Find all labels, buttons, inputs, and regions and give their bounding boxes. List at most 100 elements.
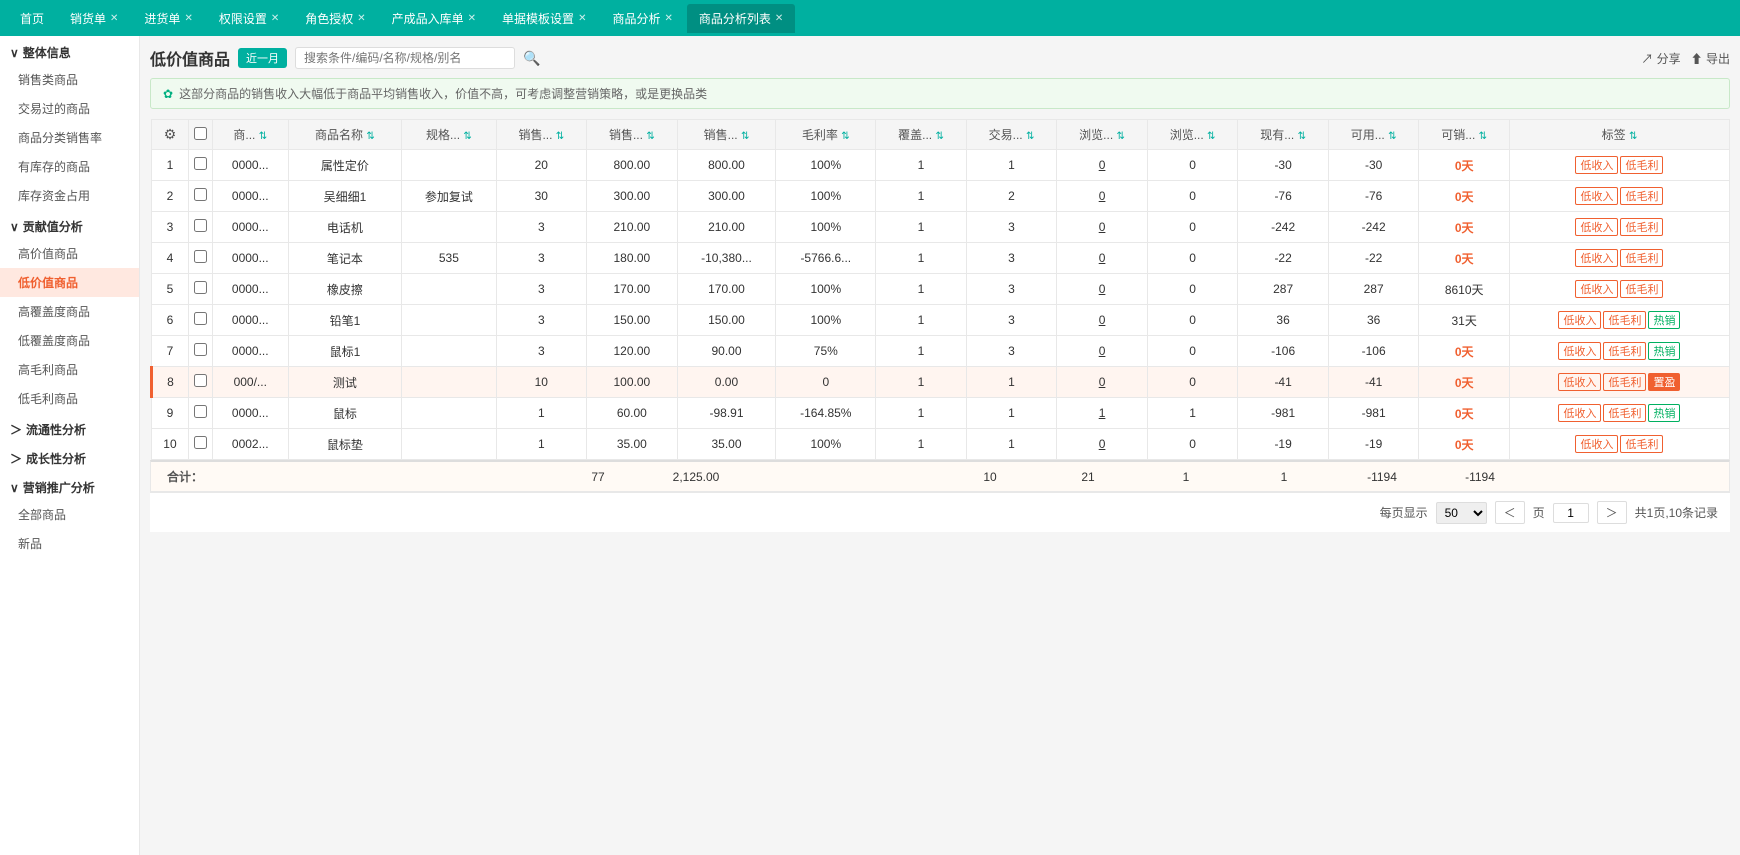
sort-icon-tags[interactable]: ⇅ bbox=[1629, 131, 1637, 142]
browse1-link[interactable]: 0 bbox=[1099, 375, 1106, 389]
sort-icon-coverage[interactable]: ⇅ bbox=[935, 131, 943, 142]
sort-icon-browse1[interactable]: ⇅ bbox=[1117, 131, 1125, 142]
cell-checkbox[interactable] bbox=[188, 429, 212, 460]
nav-permission[interactable]: 权限设置 ✕ bbox=[207, 4, 291, 33]
sidebar-section-contribution[interactable]: ∨ 贡献值分析 bbox=[0, 210, 139, 239]
row-checkbox-4[interactable] bbox=[194, 281, 207, 294]
cell-browse1[interactable]: 0 bbox=[1057, 429, 1148, 460]
col-trade[interactable]: 交易... ⇅ bbox=[966, 120, 1057, 150]
row-checkbox-5[interactable] bbox=[194, 312, 207, 325]
cell-browse1[interactable]: 0 bbox=[1057, 150, 1148, 181]
cell-browse1[interactable]: 0 bbox=[1057, 243, 1148, 274]
next-page-button[interactable]: ＞ bbox=[1597, 501, 1627, 524]
cell-checkbox[interactable] bbox=[188, 367, 212, 398]
cell-browse1[interactable]: 0 bbox=[1057, 305, 1148, 336]
cell-checkbox[interactable] bbox=[188, 305, 212, 336]
sidebar-item-high-coverage[interactable]: 高覆盖度商品 bbox=[0, 297, 139, 326]
sort-icon-stock3[interactable]: ⇅ bbox=[1479, 131, 1487, 142]
row-checkbox-6[interactable] bbox=[194, 343, 207, 356]
sidebar-item-low-coverage[interactable]: 低覆盖度商品 bbox=[0, 326, 139, 355]
table-row[interactable]: 7 0000... 鼠标1 3 120.00 90.00 75% 1 3 0 0… bbox=[152, 336, 1730, 367]
cell-checkbox[interactable] bbox=[188, 212, 212, 243]
sort-icon-code[interactable]: ⇅ bbox=[259, 131, 267, 142]
cell-checkbox[interactable] bbox=[188, 243, 212, 274]
table-row[interactable]: 3 0000... 电话机 3 210.00 210.00 100% 1 3 0… bbox=[152, 212, 1730, 243]
export-button[interactable]: ⬆ 导出 bbox=[1691, 50, 1730, 67]
col-settings[interactable]: ⚙ bbox=[152, 120, 189, 150]
col-stock1[interactable]: 现有... ⇅ bbox=[1238, 120, 1329, 150]
cell-checkbox[interactable] bbox=[188, 181, 212, 212]
col-gross[interactable]: 毛利率 ⇅ bbox=[776, 120, 876, 150]
nav-goods-analysis[interactable]: 商品分析 ✕ bbox=[600, 4, 684, 33]
col-checkbox[interactable] bbox=[188, 120, 212, 150]
col-code[interactable]: 商... ⇅ bbox=[212, 120, 288, 150]
col-sales2[interactable]: 销售... ⇅ bbox=[587, 120, 678, 150]
browse1-link[interactable]: 0 bbox=[1099, 220, 1106, 234]
row-checkbox-0[interactable] bbox=[194, 157, 207, 170]
browse1-link[interactable]: 0 bbox=[1099, 282, 1106, 296]
nav-close-role-auth[interactable]: ✕ bbox=[357, 13, 365, 24]
table-row[interactable]: 10 0002... 鼠标垫 1 35.00 35.00 100% 1 1 0 … bbox=[152, 429, 1730, 460]
sidebar-item-high-margin[interactable]: 高毛利商品 bbox=[0, 355, 139, 384]
nav-goods-analysis-list[interactable]: 商品分析列表 ✕ bbox=[687, 4, 795, 33]
cell-browse1[interactable]: 1 bbox=[1057, 398, 1148, 429]
sort-icon-stock1[interactable]: ⇅ bbox=[1298, 131, 1306, 142]
nav-close-goods-analysis[interactable]: ✕ bbox=[664, 13, 672, 24]
row-checkbox-7[interactable] bbox=[194, 374, 207, 387]
sidebar-item-low-margin[interactable]: 低毛利商品 bbox=[0, 384, 139, 413]
sidebar-item-sales-goods[interactable]: 销售类商品 bbox=[0, 65, 139, 94]
nav-close-template[interactable]: ✕ bbox=[578, 13, 586, 24]
table-row[interactable]: 6 0000... 铅笔1 3 150.00 150.00 100% 1 3 0… bbox=[152, 305, 1730, 336]
browse1-link[interactable]: 0 bbox=[1099, 437, 1106, 451]
sort-icon-sales1[interactable]: ⇅ bbox=[556, 131, 564, 142]
row-checkbox-2[interactable] bbox=[194, 219, 207, 232]
nav-role-auth[interactable]: 角色授权 ✕ bbox=[293, 4, 377, 33]
col-sales1[interactable]: 销售... ⇅ bbox=[496, 120, 587, 150]
cell-browse1[interactable]: 0 bbox=[1057, 212, 1148, 243]
col-spec[interactable]: 规格... ⇅ bbox=[402, 120, 496, 150]
browse1-link[interactable]: 0 bbox=[1099, 251, 1106, 265]
prev-page-button[interactable]: ＜ bbox=[1495, 501, 1525, 524]
sidebar-section-liquidity[interactable]: ＞ 流通性分析 bbox=[0, 413, 139, 442]
nav-close-purchase-order[interactable]: ✕ bbox=[184, 13, 192, 24]
col-coverage[interactable]: 覆盖... ⇅ bbox=[876, 120, 967, 150]
sidebar-item-stock-goods[interactable]: 有库存的商品 bbox=[0, 152, 139, 181]
filter-recent-month-button[interactable]: 近一月 bbox=[238, 48, 287, 68]
browse1-link[interactable]: 0 bbox=[1099, 313, 1106, 327]
per-page-select[interactable]: 50 100 200 bbox=[1436, 502, 1487, 524]
row-checkbox-8[interactable] bbox=[194, 405, 207, 418]
cell-browse1[interactable]: 0 bbox=[1057, 181, 1148, 212]
page-number-input[interactable] bbox=[1553, 503, 1589, 523]
cell-browse1[interactable]: 0 bbox=[1057, 274, 1148, 305]
sidebar-item-category-rate[interactable]: 商品分类销售率 bbox=[0, 123, 139, 152]
table-row[interactable]: 9 0000... 鼠标 1 60.00 -98.91 -164.85% 1 1… bbox=[152, 398, 1730, 429]
sidebar-section-overall[interactable]: ∨ 整体信息 bbox=[0, 36, 139, 65]
cell-browse1[interactable]: 0 bbox=[1057, 336, 1148, 367]
sidebar-item-all-goods[interactable]: 全部商品 bbox=[0, 500, 139, 529]
sidebar-item-traded-goods[interactable]: 交易过的商品 bbox=[0, 94, 139, 123]
row-checkbox-3[interactable] bbox=[194, 250, 207, 263]
sort-icon-sales2[interactable]: ⇅ bbox=[646, 131, 654, 142]
cell-checkbox[interactable] bbox=[188, 274, 212, 305]
search-icon[interactable]: 🔍 bbox=[523, 50, 540, 67]
nav-close-permission[interactable]: ✕ bbox=[271, 13, 279, 24]
sidebar-section-growth[interactable]: ＞ 成长性分析 bbox=[0, 442, 139, 471]
sort-icon-stock2[interactable]: ⇅ bbox=[1388, 131, 1396, 142]
sort-icon-name[interactable]: ⇅ bbox=[366, 131, 374, 142]
browse1-link[interactable]: 0 bbox=[1099, 344, 1106, 358]
col-stock3[interactable]: 可销... ⇅ bbox=[1419, 120, 1510, 150]
sidebar-item-stock-capital[interactable]: 库存资金占用 bbox=[0, 181, 139, 210]
nav-purchase-order[interactable]: 进货单 ✕ bbox=[132, 4, 204, 33]
browse1-link[interactable]: 0 bbox=[1099, 158, 1106, 172]
sidebar-item-low-value[interactable]: 低价值商品 bbox=[0, 268, 139, 297]
sidebar-item-high-value[interactable]: 高价值商品 bbox=[0, 239, 139, 268]
sidebar-item-new-goods[interactable]: 新品 bbox=[0, 529, 139, 558]
cell-checkbox[interactable] bbox=[188, 336, 212, 367]
sort-icon-browse2[interactable]: ⇅ bbox=[1207, 131, 1215, 142]
search-input[interactable] bbox=[295, 47, 515, 69]
nav-template[interactable]: 单据模板设置 ✕ bbox=[490, 4, 598, 33]
nav-sales-order[interactable]: 销货单 ✕ bbox=[58, 4, 130, 33]
col-stock2[interactable]: 可用... ⇅ bbox=[1328, 120, 1419, 150]
sort-icon-gross[interactable]: ⇅ bbox=[841, 131, 849, 142]
nav-home[interactable]: 首页 bbox=[8, 4, 56, 33]
